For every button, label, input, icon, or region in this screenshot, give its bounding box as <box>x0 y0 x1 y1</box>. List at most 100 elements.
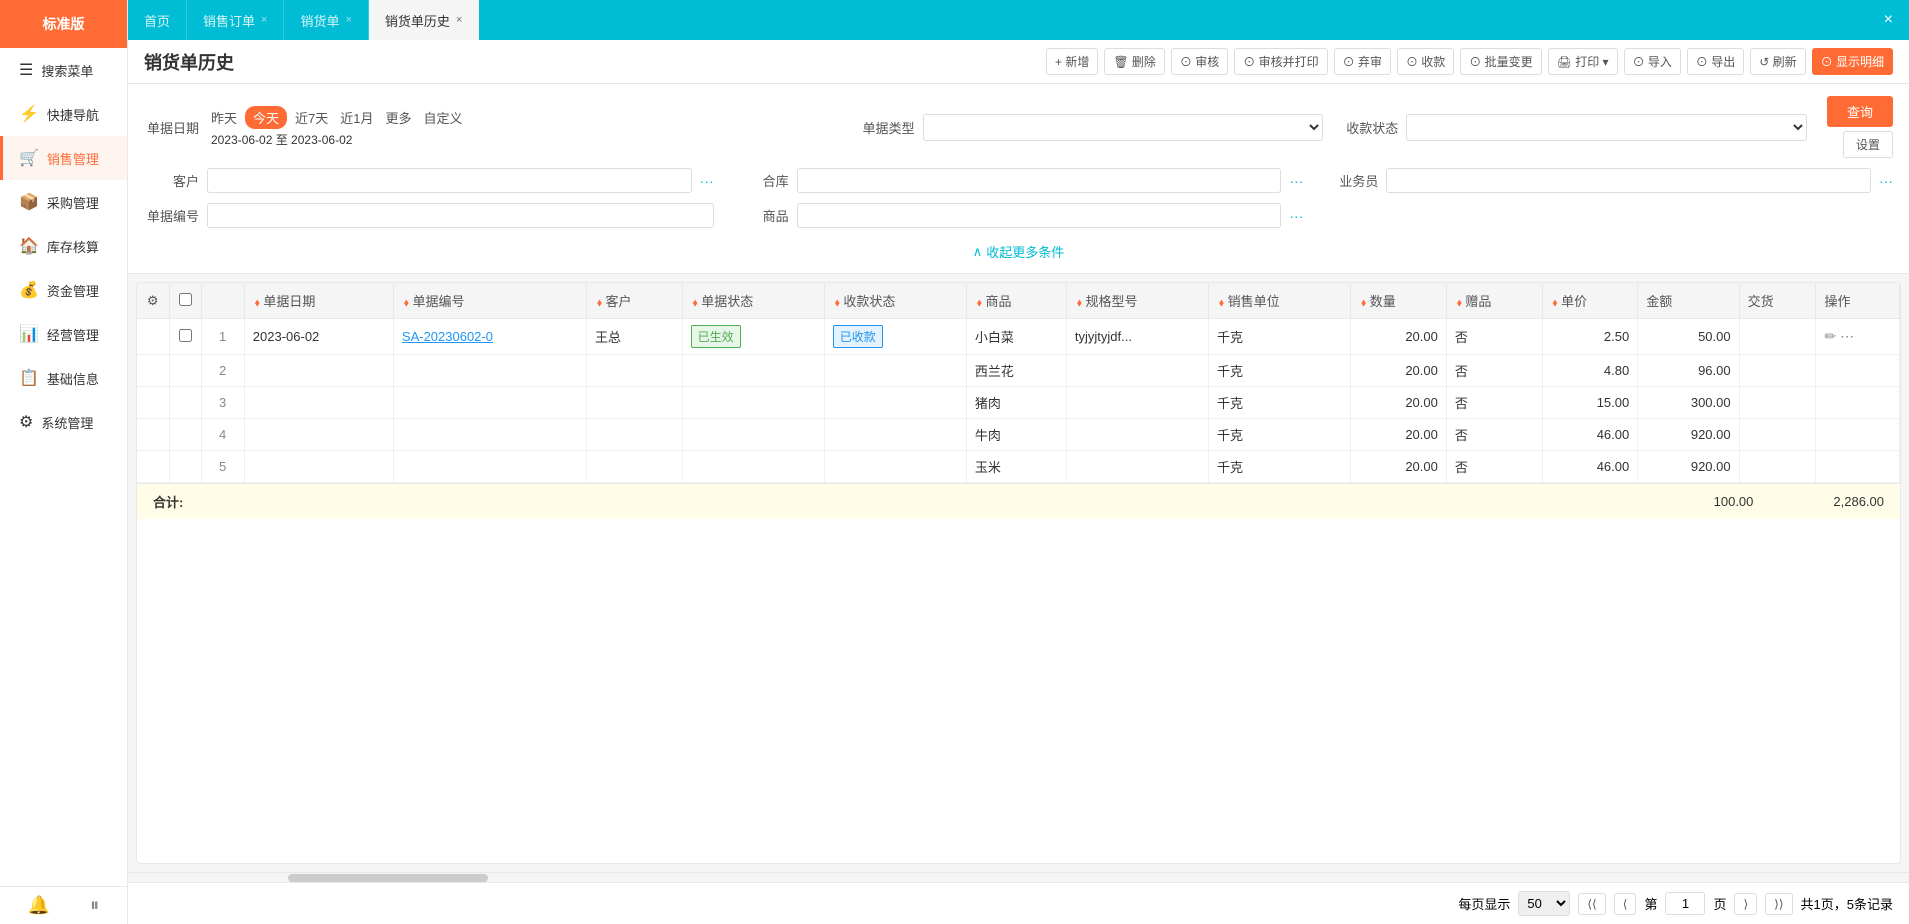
select-all-checkbox[interactable] <box>179 293 192 306</box>
approve-print-button[interactable]: ⊙ 审核并打印 <box>1234 48 1327 75</box>
page-input[interactable] <box>1665 892 1705 915</box>
type-filter-group: 单据类型 <box>860 114 1324 141</box>
import-button[interactable]: ⊙ 导入 <box>1624 48 1681 75</box>
scrollbar-thumb[interactable] <box>288 874 488 882</box>
row-qty: 20.00 <box>1351 451 1447 483</box>
custom-shortcut[interactable]: 自定义 <box>420 106 467 129</box>
show-detail-button[interactable]: ⊙ 显示明细 <box>1812 48 1893 75</box>
sidebar-item-inventory[interactable]: 🏠 库存核算 <box>0 224 127 268</box>
month-shortcut[interactable]: 近1月 <box>336 106 377 129</box>
next-page-button[interactable]: ⟩ <box>1734 893 1757 915</box>
date-column-header[interactable]: ⬧ 单据日期 <box>244 283 393 319</box>
collapse-button[interactable]: ∧ 收起更多条件 <box>144 238 1893 261</box>
product-ellipsis-icon[interactable]: ··· <box>1289 208 1303 224</box>
tab-home[interactable]: 首页 <box>128 0 187 40</box>
unit-column-header[interactable]: ⬧ 销售单位 <box>1209 283 1351 319</box>
query-button[interactable]: 查询 <box>1827 96 1893 127</box>
sidebar-item-operation[interactable]: 📊 经营管理 <box>0 312 127 356</box>
customer-label: 客户 <box>144 171 199 190</box>
order-no-column-header[interactable]: ⬧ 单据编号 <box>393 283 586 319</box>
window-close-button[interactable]: × <box>1868 11 1909 29</box>
print-button[interactable]: 🖨 打印 ▾ <box>1548 48 1618 75</box>
date-range-value: 2023-06-02 至 2023-06-02 <box>211 131 467 148</box>
order-no-link[interactable]: SA-20230602-0 <box>402 329 493 344</box>
warehouse-ellipsis-icon[interactable]: ··· <box>1289 173 1303 189</box>
settings-column-header[interactable]: ⚙ <box>137 283 169 319</box>
type-select[interactable] <box>923 114 1324 141</box>
row-actions <box>1816 419 1900 451</box>
sidebar-item-quick-nav[interactable]: ⚡ 快捷导航 <box>0 92 127 136</box>
sidebar-item-search-menu[interactable]: ☰ 搜索菜单 <box>0 48 127 92</box>
row-product: 玉米 <box>966 451 1066 483</box>
product-column-header[interactable]: ⬧ 商品 <box>966 283 1066 319</box>
row-checkbox[interactable] <box>179 329 192 342</box>
payment-status-column-header[interactable]: ⬧ 收款状态 <box>824 283 966 319</box>
yesterday-shortcut[interactable]: 昨天 <box>207 106 241 129</box>
row-actions <box>1816 387 1900 419</box>
edit-icon[interactable]: ✏ <box>1824 328 1836 345</box>
collect-button[interactable]: ⊙ 收款 <box>1397 48 1454 75</box>
staff-ellipsis-icon[interactable]: ··· <box>1879 173 1893 189</box>
payment-select[interactable] <box>1406 114 1807 141</box>
order-status-column-header[interactable]: ⬧ 单据状态 <box>682 283 824 319</box>
notification-icon[interactable]: 🔔 <box>28 895 50 916</box>
horizontal-scrollbar[interactable] <box>128 872 1909 882</box>
row-num: 5 <box>201 451 244 483</box>
sidebar-item-basic[interactable]: 📋 基础信息 <box>0 356 127 400</box>
tab-home-label: 首页 <box>144 11 170 30</box>
sidebar-item-system[interactable]: ⚙ 系统管理 <box>0 400 127 444</box>
today-shortcut[interactable]: 今天 <box>245 106 287 129</box>
row-date <box>244 451 393 483</box>
customer-column-header[interactable]: ⬧ 客户 <box>586 283 682 319</box>
row-transaction <box>1739 451 1816 483</box>
qty-column-header[interactable]: ⬧ 数量 <box>1351 283 1447 319</box>
sidebar-item-purchase[interactable]: 📦 采购管理 <box>0 180 127 224</box>
spec-column-header[interactable]: ⬧ 规格型号 <box>1066 283 1208 319</box>
footer-label: 合计: <box>153 492 183 511</box>
payment-filter-group: 收款状态 <box>1343 114 1807 141</box>
batch-change-button[interactable]: ⊙ 批量变更 <box>1460 48 1541 75</box>
customer-input[interactable] <box>207 168 692 193</box>
row-gift: 否 <box>1446 419 1542 451</box>
gift-column-header[interactable]: ⬧ 赠品 <box>1446 283 1542 319</box>
price-column-header[interactable]: ⬧ 单价 <box>1542 283 1638 319</box>
close-tab-sales-history-icon[interactable]: × <box>456 14 462 26</box>
more-icon[interactable]: ⋯ <box>1840 328 1854 345</box>
prev-page-button[interactable]: ⟨ <box>1614 893 1637 915</box>
row-gift: 否 <box>1446 387 1542 419</box>
pause-icon[interactable]: ⏸ <box>90 895 99 916</box>
row-order-status <box>682 387 824 419</box>
type-label: 单据类型 <box>860 118 915 137</box>
row-qty: 20.00 <box>1351 319 1447 355</box>
order-no-input[interactable] <box>207 203 714 228</box>
tab-sales-delivery[interactable]: 销货单 × <box>284 0 368 40</box>
last-page-button[interactable]: ⟩⟩ <box>1765 893 1792 915</box>
new-button[interactable]: + 新增 <box>1046 48 1098 75</box>
warehouse-input[interactable] <box>797 168 1282 193</box>
sidebar-item-sales[interactable]: 🛒 销售管理 <box>0 136 127 180</box>
export-button[interactable]: ⊙ 导出 <box>1687 48 1744 75</box>
table-row: 4 牛肉 千克 20.00 否 46.00 920.00 <box>137 419 1900 451</box>
revoke-button[interactable]: ⊙ 弃审 <box>1334 48 1391 75</box>
tab-sales-history[interactable]: 销货单历史 × <box>369 0 479 40</box>
per-page-select[interactable]: 50 100 <box>1518 891 1570 916</box>
close-tab-sales-order-icon[interactable]: × <box>261 14 267 26</box>
staff-input[interactable] <box>1386 168 1871 193</box>
row-price: 2.50 <box>1542 319 1638 355</box>
refresh-button[interactable]: ↺ 刷新 <box>1750 48 1805 75</box>
row-amount: 920.00 <box>1638 419 1739 451</box>
delete-button[interactable]: 🗑 删除 <box>1104 48 1165 75</box>
week-shortcut[interactable]: 近7天 <box>291 106 332 129</box>
search-menu-icon: ☰ <box>19 60 33 80</box>
product-input[interactable] <box>797 203 1282 228</box>
approve-button[interactable]: ⊙ 审核 <box>1171 48 1228 75</box>
tab-sales-order[interactable]: 销售订单 × <box>187 0 284 40</box>
date-filter-group: 单据日期 昨天 今天 近7天 近1月 更多 自定义 2023-06-02 至 2… <box>144 106 840 148</box>
first-page-button[interactable]: ⟨⟨ <box>1578 893 1605 915</box>
more-shortcut[interactable]: 更多 <box>382 106 416 129</box>
customer-ellipsis-icon[interactable]: ··· <box>700 173 714 189</box>
row-amount: 920.00 <box>1638 451 1739 483</box>
sidebar-item-finance[interactable]: 💰 资金管理 <box>0 268 127 312</box>
close-tab-sales-delivery-icon[interactable]: × <box>345 14 351 26</box>
setting-button[interactable]: 设置 <box>1843 131 1893 158</box>
